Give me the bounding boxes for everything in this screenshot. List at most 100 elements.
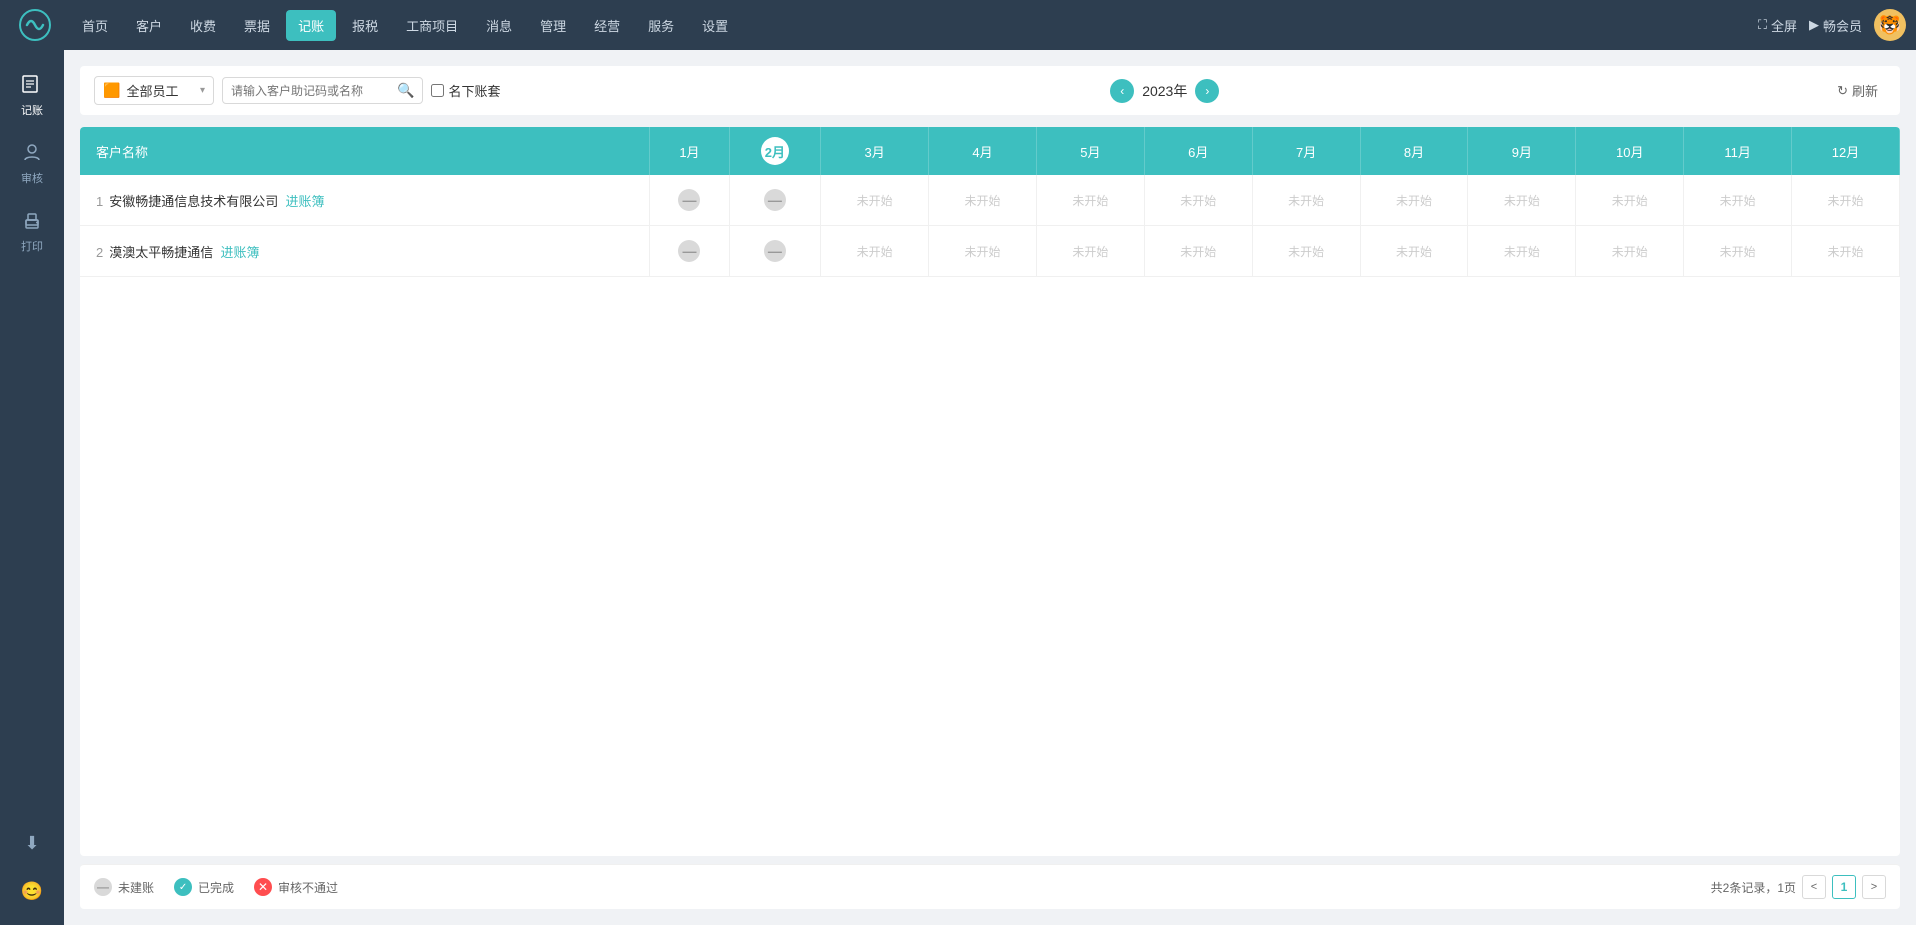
month-cell-3: 未开始 (821, 226, 929, 277)
search-input[interactable] (231, 84, 391, 98)
status-not-started: 未开始 (1180, 194, 1216, 208)
client-cell: 1安徽畅捷通信息技术有限公司 进账簿 (80, 175, 650, 226)
member-icon: ▶ (1809, 17, 1819, 33)
nav-menu: 首页 客户 收费 票据 记账 报税 工商项目 消息 管理 经营 服务 设置 (70, 10, 1758, 41)
client-cell: 2漠澳太平畅捷通信 进账簿 (80, 226, 650, 277)
table-row: 1安徽畅捷通信息技术有限公司 进账簿 — — 未开始 未开始 未开始 未开始 未开始 未开始 未开… (80, 175, 1900, 226)
status-not-started: 未开始 (1612, 194, 1648, 208)
status-not-started: 未开始 (1504, 194, 1540, 208)
nav-fee[interactable]: 收费 (178, 10, 228, 41)
nav-tax[interactable]: 报税 (340, 10, 390, 41)
sidebar-download[interactable]: ⬇ (0, 819, 64, 867)
nav-operation[interactable]: 经营 (582, 10, 632, 41)
sidebar-item-audit[interactable]: 审核 (0, 128, 64, 196)
checkbox-label-mine[interactable]: 名下账套 (431, 81, 500, 100)
main-layout: 记账 审核 打印 ⬇ (0, 50, 1916, 925)
next-page-button[interactable]: > (1862, 875, 1886, 899)
mine-accounts-checkbox[interactable] (431, 84, 444, 97)
status-not-started: 未开始 (1072, 245, 1108, 259)
refresh-label: 刷新 (1852, 81, 1878, 100)
month-cell-11: 未开始 (1684, 226, 1792, 277)
main-content: 🟧 全部员工 ▾ 🔍 名下账套 ‹ 2023年 › ↻ 刷新 (64, 50, 1916, 925)
prev-year-button[interactable]: ‹ (1110, 79, 1134, 103)
month-cell-6: 未开始 (1144, 175, 1252, 226)
col-nov-header: 11月 (1684, 127, 1792, 175)
month-feb: 2月 (761, 137, 789, 165)
month-cell-2: — (729, 226, 821, 277)
month-cell-7: 未开始 (1252, 226, 1360, 277)
nav-right-area: ⛶ 全屏 ▶ 畅会员 🐯 (1758, 9, 1906, 41)
accounting-icon (18, 70, 46, 98)
status-not-started: 未开始 (1072, 194, 1108, 208)
nav-manage[interactable]: 管理 (528, 10, 578, 41)
sidebar-user[interactable]: 😊 (0, 867, 64, 915)
status-not-started: 未开始 (857, 194, 893, 208)
status-dash: — (764, 240, 786, 262)
user-avatar[interactable]: 🐯 (1874, 9, 1906, 41)
sidebar-item-accounting[interactable]: 记账 (0, 60, 64, 128)
accounting-table: 客户名称 1月 2月 3月 4月 5月 6月 7月 8月 9月 10月 11月 … (80, 127, 1900, 277)
enter-ledger-link[interactable]: 进账簿 (220, 245, 259, 260)
status-not-started: 未开始 (1720, 245, 1756, 259)
dash-icon: — (764, 240, 786, 262)
dropdown-arrow-icon: ▾ (200, 85, 205, 96)
status-not-started: 未开始 (964, 245, 1000, 259)
legend-teal-icon: ✓ (174, 878, 192, 896)
refresh-button[interactable]: ↻ 刷新 (1829, 77, 1886, 104)
member-button[interactable]: ▶ 畅会员 (1809, 16, 1862, 35)
month-cell-12: 未开始 (1792, 175, 1900, 226)
month-cell-4: 未开始 (929, 175, 1037, 226)
month-cell-10: 未开始 (1576, 175, 1684, 226)
top-navigation: 首页 客户 收费 票据 记账 报税 工商项目 消息 管理 经营 服务 设置 ⛶ … (0, 0, 1916, 50)
col-feb-header: 2月 (729, 127, 821, 175)
month-cell-1: — (650, 175, 729, 226)
next-year-button[interactable]: › (1195, 79, 1219, 103)
month-cell-2: — (729, 175, 821, 226)
month-cell-9: 未开始 (1468, 226, 1576, 277)
search-box: 🔍 (222, 77, 423, 104)
employee-select-label: 全部员工 (126, 81, 194, 100)
status-dash: — (764, 189, 786, 211)
col-mar-header: 3月 (821, 127, 929, 175)
status-not-started: 未开始 (1288, 194, 1324, 208)
enter-ledger-link[interactable]: 进账簿 (285, 194, 324, 209)
nav-message[interactable]: 消息 (474, 10, 524, 41)
month-cell-5: 未开始 (1036, 226, 1144, 277)
status-dash: — (678, 189, 700, 211)
sidebar-accounting-label: 记账 (21, 102, 43, 118)
accounting-table-wrap: 客户名称 1月 2月 3月 4月 5月 6月 7月 8月 9月 10月 11月 … (80, 127, 1900, 856)
current-page: 1 (1832, 875, 1856, 899)
pagination-info: 共2条记录，1页 (1711, 879, 1796, 896)
nav-service[interactable]: 服务 (636, 10, 686, 41)
status-not-started: 未开始 (857, 245, 893, 259)
nav-home[interactable]: 首页 (70, 10, 120, 41)
month-cell-3: 未开始 (821, 175, 929, 226)
col-jan-header: 1月 (650, 127, 729, 175)
nav-settings[interactable]: 设置 (690, 10, 740, 41)
col-sep-header: 9月 (1468, 127, 1576, 175)
nav-accounting[interactable]: 记账 (286, 10, 336, 41)
dash-icon: — (678, 240, 700, 262)
status-not-started: 未开始 (1396, 194, 1432, 208)
legend-completed-label: 已完成 (198, 879, 234, 896)
dash-icon: — (764, 189, 786, 211)
legend-red-icon: ✕ (254, 878, 272, 896)
status-not-started: 未开始 (1396, 245, 1432, 259)
status-not-started: 未开始 (964, 194, 1000, 208)
refresh-icon: ↻ (1837, 83, 1848, 99)
status-not-started: 未开始 (1288, 245, 1324, 259)
fullscreen-label: 全屏 (1771, 16, 1797, 35)
employee-select[interactable]: 🟧 全部员工 ▾ (94, 76, 214, 105)
download-icon: ⬇ (18, 829, 46, 857)
row-number: 2 (96, 245, 103, 260)
nav-client[interactable]: 客户 (124, 10, 174, 41)
fullscreen-button[interactable]: ⛶ 全屏 (1758, 16, 1797, 35)
sidebar-audit-label: 审核 (21, 170, 43, 186)
nav-invoice[interactable]: 票据 (232, 10, 282, 41)
prev-page-button[interactable]: < (1802, 875, 1826, 899)
search-icon[interactable]: 🔍 (397, 82, 414, 99)
status-not-started: 未开始 (1828, 245, 1864, 259)
nav-business[interactable]: 工商项目 (394, 10, 470, 41)
month-cell-9: 未开始 (1468, 175, 1576, 226)
sidebar-item-print[interactable]: 打印 (0, 196, 64, 264)
